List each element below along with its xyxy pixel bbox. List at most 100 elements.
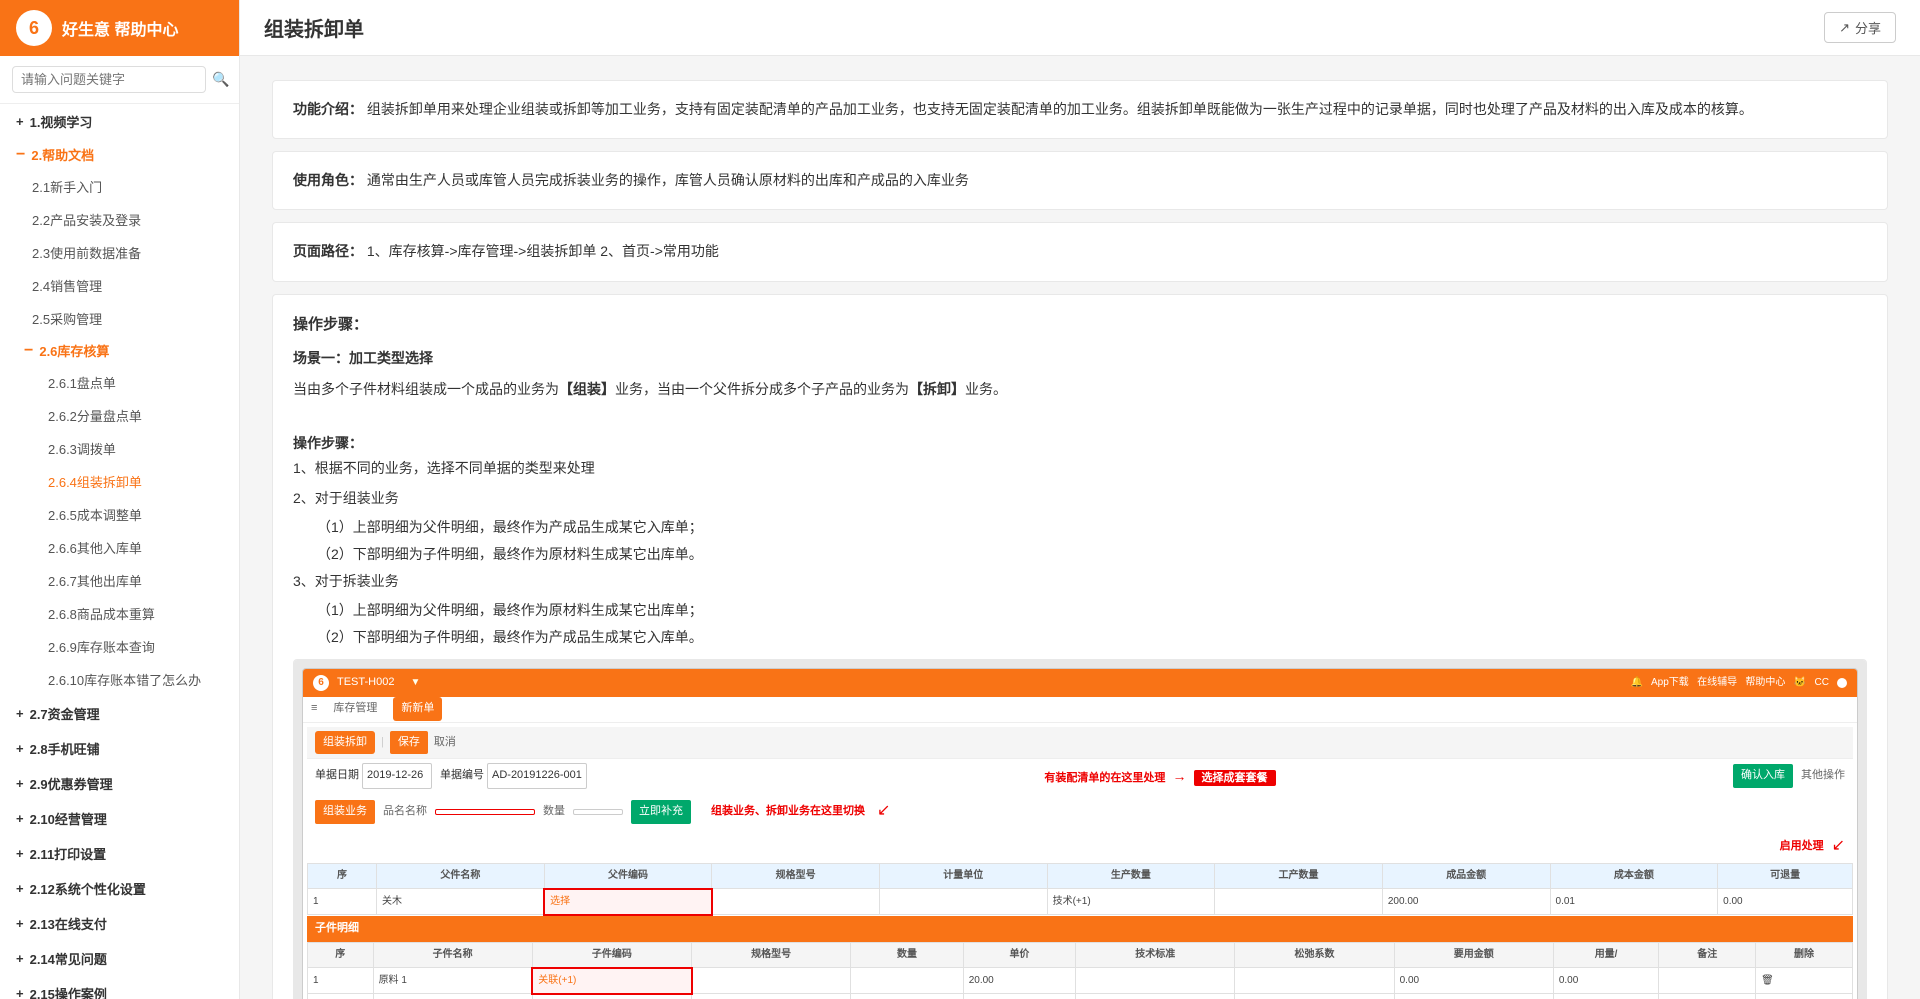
sidebar-item-other-out[interactable]: 2.6.7其他出库单 [0, 564, 239, 597]
sidebar-item-inventory[interactable]: − 2.6库存核算 [0, 335, 239, 366]
mock-assembly-type[interactable]: 组装拆卸 [315, 731, 375, 755]
lth-child-code: 子件编码 [532, 942, 691, 968]
plus-icon-5: + [16, 776, 24, 791]
path-section: 页面路径： 1、库存核算->库存管理->组装拆卸单 2、首页->常用功能 [272, 222, 1888, 281]
plus-icon-11: + [16, 986, 24, 999]
mock-lower-section-header: 子件明细 [307, 916, 1853, 942]
sidebar-item-data-prep[interactable]: 2.3使用前数据准备 [0, 236, 239, 269]
minus-icon-2: − [24, 342, 33, 360]
search-icon[interactable]: 🔍 [212, 71, 229, 88]
sidebar-item-label: 2.7资金管理 [30, 704, 100, 723]
lth-remark: 备注 [1659, 942, 1756, 968]
mock-nav-bar: ≡ 库存管理 新新单 [303, 697, 1857, 723]
sidebar-item-label: 2.9优惠券管理 [30, 774, 113, 793]
table-row: 1 关木 选择 技术(+1) [308, 889, 1853, 915]
sidebar-item-personalize[interactable]: + 2.12系统个性化设置 [0, 871, 239, 906]
mock-confirm-btn[interactable]: 确认入库 [1733, 764, 1793, 788]
td-parent-code[interactable]: 选择 [544, 889, 712, 915]
search-input[interactable] [12, 66, 206, 93]
sidebar-item-print[interactable]: + 2.11打印设置 [0, 836, 239, 871]
path-text: 1、库存核算->库存管理->组装拆卸单 2、首页->常用功能 [367, 243, 719, 259]
plus-icon-6: + [16, 811, 24, 826]
mock-date-input[interactable]: 2019-12-26 [362, 763, 432, 789]
mock-tab-inventory[interactable]: 库存管理 [325, 697, 385, 721]
plus-icon-9: + [16, 916, 24, 931]
mock-biz-type[interactable]: 组装业务 [315, 800, 375, 824]
sidebar-item-newcomer[interactable]: 2.1新手入门 [0, 170, 239, 203]
mock-titlebar: 6 TEST-H002 ▼ 🔔 App下载 在线辅导 帮助中心 🐱 CC [303, 669, 1857, 697]
th-ret-qty: 可退量 [1718, 863, 1853, 889]
mock-upper-table-wrapper: 序 父件名称 父件编码 规格型号 计量单位 生产数量 工产数量 成品金额 [307, 863, 1853, 916]
sidebar-item-ledger-error[interactable]: 2.6.10库存账本错了怎么办 [0, 663, 239, 696]
sidebar-item-funds[interactable]: + 2.7资金管理 [0, 696, 239, 731]
sidebar-item-other-in[interactable]: 2.6.6其他入库单 [0, 531, 239, 564]
mock-tab-new[interactable]: 新新单 [393, 697, 442, 721]
mock-annotation3: 组装业务、拆卸业务在这里切换 [711, 802, 865, 822]
sidebar-item-label: 2.8手机旺铺 [30, 739, 100, 758]
th-seq: 序 [308, 863, 377, 889]
mock-window: 6 TEST-H002 ▼ 🔔 App下载 在线辅导 帮助中心 🐱 CC [302, 668, 1858, 999]
mock-field-order: 单据编号 AD-20191226-001 [440, 763, 587, 789]
ops-steps-title: 操作步骤： [293, 311, 1867, 338]
mock-product-name-input[interactable] [435, 809, 535, 815]
th-prod-amt: 成品金额 [1382, 863, 1550, 889]
arrow-annotation4: ↙ [1832, 832, 1845, 861]
step3-2: （2）下部明细为子件明细，最终作为产成品生成某它入库单。 [317, 625, 1867, 650]
sidebar-item-cost-adjust[interactable]: 2.6.5成本调整单 [0, 498, 239, 531]
sidebar-item-label: 2.10经营管理 [30, 809, 107, 828]
sidebar-item-assembly[interactable]: 2.6.4组装拆卸单 [0, 465, 239, 498]
lth-seq: 序 [308, 942, 374, 968]
sidebar-item-help-docs[interactable]: − 2.帮助文档 [0, 139, 239, 170]
sidebar-item-label: 1.视频学习 [30, 112, 93, 131]
sidebar-item-mobile[interactable]: + 2.8手机旺铺 [0, 731, 239, 766]
sidebar-item-coupon[interactable]: + 2.9优惠券管理 [0, 766, 239, 801]
th-prod-qty: 生产数量 [1047, 863, 1215, 889]
td-prod-amt: 200.00 [1382, 889, 1550, 915]
td-parent-name: 关木 [377, 889, 545, 915]
share-icon: ↗ [1839, 20, 1850, 36]
sidebar-item-online-pay[interactable]: + 2.13在线支付 [0, 906, 239, 941]
sidebar-item-install[interactable]: 2.2产品安装及登录 [0, 203, 239, 236]
mock-field-date: 单据日期 2019-12-26 [315, 763, 432, 789]
mock-lower-table-wrapper: 序 子件名称 子件编码 规格型号 数量 单价 技术标准 松弛系数 [307, 942, 1853, 999]
sidebar-item-operation[interactable]: + 2.10经营管理 [0, 801, 239, 836]
th-unit: 计量单位 [879, 863, 1047, 889]
sidebar-item-cases[interactable]: + 2.15操作案例 [0, 976, 239, 999]
table-row: 2 原料 2 20.00 0.01 0. [308, 994, 1853, 999]
mock-qty-input[interactable] [573, 809, 623, 815]
mock-select-kit-btn[interactable]: 选择成套套餐 [1194, 770, 1276, 786]
mock-product-name-label: 品名名称 [383, 802, 427, 822]
sidebar-item-partial-stocktake[interactable]: 2.6.2分量盘点单 [0, 399, 239, 432]
ops-steps-label2: 操作步骤： [293, 431, 1867, 456]
mock-annotation4-row: 启用处理 ↙ [307, 830, 1853, 863]
mock-other-btn[interactable]: 其他操作 [1801, 766, 1845, 786]
th-parent-code: 父件编码 [544, 863, 712, 889]
sidebar-item-video-learning[interactable]: + 1.视频学习 [0, 104, 239, 139]
mock-order-input[interactable]: AD-20191226-001 [487, 763, 587, 789]
mock-confirm2-btn[interactable]: 立即补充 [631, 800, 691, 824]
lth-del: 删除 [1756, 942, 1853, 968]
mock-toolbar: 组装拆卸 | 保存 取消 [307, 727, 1853, 760]
sidebar-item-ledger-query[interactable]: 2.6.9库存账本查询 [0, 630, 239, 663]
page-title: 组装拆卸单 [264, 13, 364, 42]
share-button[interactable]: ↗ 分享 [1824, 12, 1896, 43]
sidebar-item-cost-recalc[interactable]: 2.6.8商品成本重算 [0, 597, 239, 630]
mock-cancel-btn[interactable]: 取消 [434, 733, 456, 753]
mock-lower-table: 序 子件名称 子件编码 规格型号 数量 单价 技术标准 松弛系数 [307, 942, 1853, 999]
mock-close-btn[interactable] [1837, 678, 1847, 688]
sidebar-item-transfer[interactable]: 2.6.3调拨单 [0, 432, 239, 465]
sidebar-item-purchase[interactable]: 2.5采购管理 [0, 302, 239, 335]
mock-upper-table: 序 父件名称 父件编码 规格型号 计量单位 生产数量 工产数量 成品金额 [307, 863, 1853, 916]
path-label: 页面路径： [293, 243, 363, 259]
feature-intro-text: 组装拆卸单用来处理企业组装或拆卸等加工业务，支持有固定装配清单的产品加工业务，也… [367, 101, 1753, 117]
mock-save-btn[interactable]: 保存 [390, 731, 428, 755]
td-seq: 1 [308, 889, 377, 915]
sidebar-item-faq[interactable]: + 2.14常见问题 [0, 941, 239, 976]
step3: 3、对于拆装业务 [293, 569, 1867, 594]
mock-annotation1: 有装配清单的在这里处理 → 选择成套套餐 [595, 764, 1725, 789]
sidebar-item-stocktake[interactable]: 2.6.1盘点单 [0, 366, 239, 399]
sidebar-item-sales[interactable]: 2.4销售管理 [0, 269, 239, 302]
th-parent-name: 父件名称 [377, 863, 545, 889]
mock-date-label: 单据日期 [315, 766, 359, 786]
sidebar: 6 好生意 帮助中心 🔍 + 1.视频学习 − 2.帮助文档 2.1新手入门 2… [0, 0, 240, 999]
